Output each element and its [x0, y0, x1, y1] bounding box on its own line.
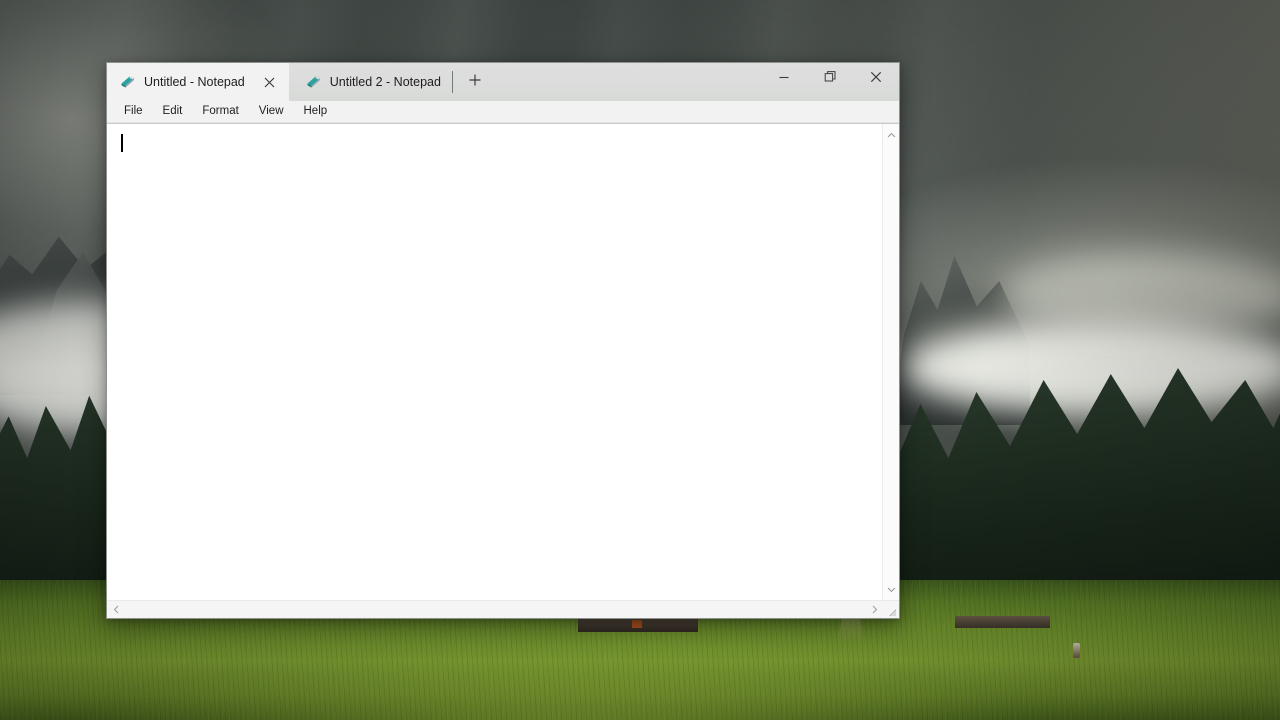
chevron-right-icon[interactable]: [865, 601, 883, 619]
new-tab-button[interactable]: [460, 67, 490, 97]
tab-untitled[interactable]: Untitled - Notepad: [107, 63, 289, 101]
tab-separator: [451, 71, 453, 93]
minimize-button[interactable]: [761, 63, 807, 95]
title-bar[interactable]: Untitled - Notepad Untitled 2 - Notepad: [107, 63, 899, 101]
desktop[interactable]: Untitled - Notepad Untitled 2 - Notepad …: [0, 0, 1280, 720]
tab-title: Untitled - Notepad: [144, 75, 245, 89]
restore-icon: [824, 70, 837, 88]
horizontal-scrollbar[interactable]: [107, 600, 899, 618]
close-icon[interactable]: [259, 71, 281, 93]
notepad-icon: [119, 74, 136, 90]
tab-title: Untitled 2 - Notepad: [329, 75, 441, 89]
hscroll-end-group: [865, 601, 899, 619]
text-editor[interactable]: [107, 124, 882, 600]
minimize-icon: [778, 70, 790, 88]
menu-bar: File Edit Format View Help: [107, 101, 899, 123]
close-button[interactable]: [853, 63, 899, 95]
window-controls: [761, 63, 899, 101]
menu-item-edit[interactable]: Edit: [154, 102, 192, 121]
menu-item-view[interactable]: View: [250, 102, 293, 121]
chevron-down-icon[interactable]: [883, 581, 900, 597]
menu-item-help[interactable]: Help: [295, 102, 337, 121]
plus-icon: [468, 73, 482, 92]
tab-strip: Untitled - Notepad Untitled 2 - Notepad: [107, 63, 761, 101]
menu-item-file[interactable]: File: [115, 102, 152, 121]
menu-item-format[interactable]: Format: [193, 102, 247, 121]
editor-area: [107, 123, 899, 600]
chevron-left-icon[interactable]: [107, 601, 125, 619]
notepad-window[interactable]: Untitled - Notepad Untitled 2 - Notepad …: [106, 62, 900, 619]
tab-untitled-2[interactable]: Untitled 2 - Notepad: [293, 63, 449, 101]
close-icon: [870, 70, 882, 88]
chevron-up-icon[interactable]: [883, 127, 900, 143]
notepad-icon: [305, 74, 322, 90]
resize-grip-icon[interactable]: [883, 601, 899, 619]
maximize-button[interactable]: [807, 63, 853, 95]
vertical-scrollbar[interactable]: [882, 124, 899, 600]
text-caret: [121, 134, 123, 152]
